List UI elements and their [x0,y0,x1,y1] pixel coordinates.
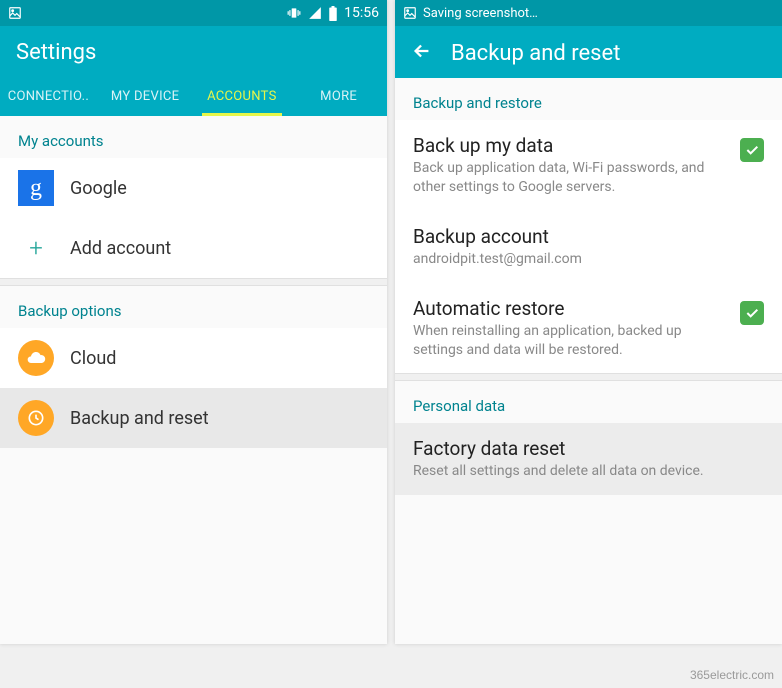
watermark: 365electric.com [690,668,774,682]
plus-icon: + [18,230,54,266]
automatic-restore-title: Automatic restore [413,297,728,320]
section-my-accounts: My accounts [0,116,387,158]
backup-reset-screen: Saving screenshot… Backup and reset Back… [395,0,782,644]
status-bar: Saving screenshot… [395,0,782,26]
tab-connections[interactable]: CONNECTIO.. [0,77,97,116]
backup-my-data-checkbox[interactable] [740,138,764,162]
option-cloud-label: Cloud [70,348,116,369]
option-cloud[interactable]: Cloud [0,328,387,388]
account-google[interactable]: g Google [0,158,387,218]
setting-backup-account[interactable]: Backup account androidpit.test@gmail.com [395,211,782,283]
status-bar: 15:56 [0,0,387,26]
backup-my-data-sub: Back up application data, Wi-Fi password… [413,159,728,197]
tab-my-device[interactable]: MY DEVICE [97,77,194,116]
section-divider [0,278,387,286]
section-backup-restore: Backup and restore [395,78,782,120]
page-title: Settings [16,40,96,65]
setting-factory-reset[interactable]: Factory data reset Reset all settings an… [395,423,782,495]
picture-icon [8,6,22,20]
add-account-label: Add account [70,238,171,259]
tab-more[interactable]: MORE [290,77,387,116]
factory-reset-title: Factory data reset [413,437,764,460]
backup-reset-icon [18,400,54,436]
settings-accounts-screen: 15:56 Settings CONNECTIO.. MY DEVICE ACC… [0,0,387,644]
account-google-label: Google [70,178,127,199]
setting-automatic-restore[interactable]: Automatic restore When reinstalling an a… [395,283,782,374]
backup-reset-header: Backup and reset [395,26,782,78]
backup-account-title: Backup account [413,225,764,248]
picture-icon [403,6,417,20]
automatic-restore-sub: When reinstalling an application, backed… [413,322,728,360]
back-button[interactable] [411,40,433,66]
automatic-restore-checkbox[interactable] [740,301,764,325]
section-divider [395,373,782,381]
backup-account-sub: androidpit.test@gmail.com [413,250,764,269]
add-account[interactable]: + Add account [0,218,387,278]
backup-my-data-title: Back up my data [413,134,728,157]
section-personal-data: Personal data [395,381,782,423]
setting-backup-my-data[interactable]: Back up my data Back up application data… [395,120,782,211]
settings-header: Settings [0,26,387,77]
tab-accounts[interactable]: ACCOUNTS [194,77,291,116]
page-title: Backup and reset [451,41,620,66]
clock: 15:56 [344,5,379,21]
settings-tabs: CONNECTIO.. MY DEVICE ACCOUNTS MORE [0,77,387,116]
saving-screenshot-text: Saving screenshot… [423,6,538,21]
cloud-icon [18,340,54,376]
settings-content: My accounts g Google + Add account Backu… [0,116,387,644]
battery-icon [328,6,338,21]
google-icon: g [18,170,54,206]
signal-icon [308,6,322,20]
option-backup-reset-label: Backup and reset [70,408,209,429]
backup-reset-content: Backup and restore Back up my data Back … [395,78,782,644]
vibrate-icon [286,6,302,20]
section-backup-options: Backup options [0,286,387,328]
option-backup-reset[interactable]: Backup and reset [0,388,387,448]
factory-reset-sub: Reset all settings and delete all data o… [413,462,764,481]
